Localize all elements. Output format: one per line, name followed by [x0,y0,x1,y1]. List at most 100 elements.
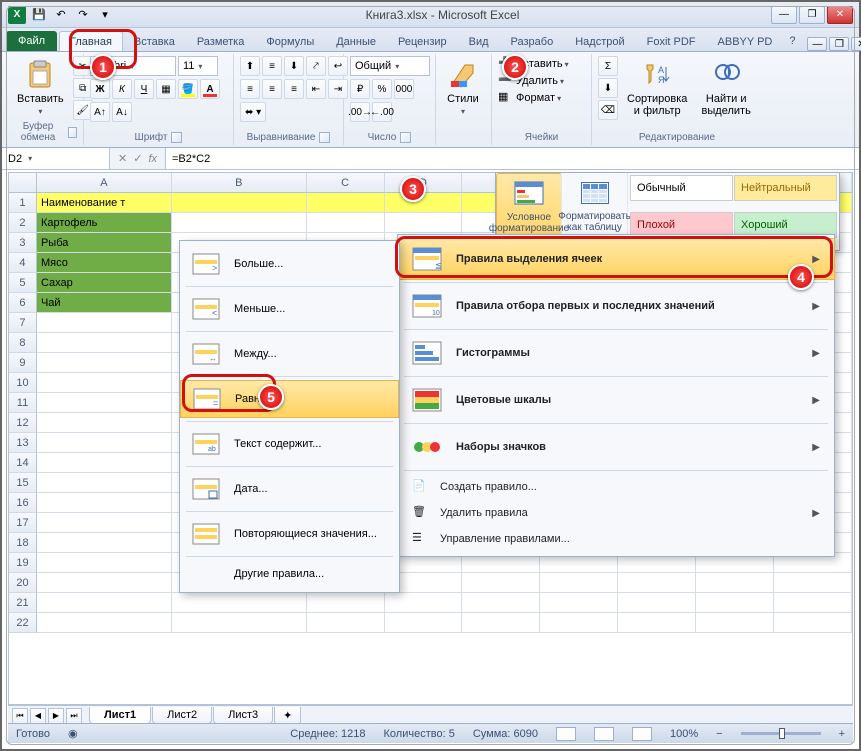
font-size-combo[interactable]: 11▾ [178,56,218,76]
cell[interactable] [307,193,385,213]
zoom-percent[interactable]: 100% [670,728,698,740]
cf-top-bottom-item[interactable]: 10 Правила отбора первых и последних зна… [398,286,834,326]
cell[interactable] [696,593,774,613]
cell[interactable] [774,593,852,613]
cancel-formula-button[interactable]: ✕ [118,152,127,165]
sheet-tab-1[interactable]: Лист1 [89,707,151,724]
cell[interactable] [37,573,172,593]
window-close-button[interactable]: ✕ [827,6,853,24]
formula-input[interactable]: =B2*C2 [165,148,859,169]
row-header[interactable]: 10 [9,373,37,393]
fill-button[interactable]: ⬇ [598,78,618,98]
cell[interactable] [385,593,463,613]
align-middle-button[interactable]: ≡ [262,56,282,76]
cell[interactable] [37,493,172,513]
select-all-button[interactable] [9,173,37,192]
row-header[interactable]: 14 [9,453,37,473]
tab-formulas[interactable]: Формулы [255,31,325,51]
cell[interactable]: Рыба [37,233,172,253]
cell[interactable] [172,193,307,213]
styles-button[interactable]: Стили ▾ [442,56,484,119]
sheet-tab-3[interactable]: Лист3 [213,707,273,724]
doc-maximize-button[interactable]: ❐ [829,37,849,51]
sheet-tab-2[interactable]: Лист2 [152,707,212,724]
sheet-nav-first[interactable]: ⏮ [12,708,28,724]
row-header[interactable]: 6 [9,293,37,313]
column-header-b[interactable]: B [172,173,307,192]
hr-between-item[interactable]: ↔ Между... [180,336,399,372]
zoom-slider-thumb[interactable] [779,728,785,739]
style-normal[interactable]: Обычный [630,175,733,201]
column-header-c[interactable]: C [307,173,385,192]
cell[interactable] [774,613,852,633]
cell[interactable] [37,473,172,493]
cell[interactable]: Чай [37,293,172,313]
cell[interactable] [540,573,618,593]
clipboard-launcher[interactable] [68,127,77,138]
style-neutral[interactable]: Нейтральный [734,175,837,201]
row-header[interactable]: 8 [9,333,37,353]
view-layout-button[interactable] [594,727,614,741]
bold-button[interactable]: Ж [90,79,110,99]
row-header[interactable]: 5 [9,273,37,293]
merge-button[interactable]: ⬌ ▾ [240,102,266,122]
tab-foxit[interactable]: Foxit PDF [636,31,707,51]
decrease-indent-button[interactable]: ⇤ [306,79,326,99]
italic-button[interactable]: К [112,79,132,99]
hr-other-rules-item[interactable]: Другие правила... [180,561,399,587]
row-header[interactable]: 15 [9,473,37,493]
align-top-button[interactable]: ⬆ [240,56,260,76]
cell[interactable] [307,213,385,233]
name-box[interactable]: D2 ▾ [2,148,110,169]
cell[interactable] [37,593,172,613]
row-header[interactable]: 20 [9,573,37,593]
cell[interactable] [696,613,774,633]
zoom-out-button[interactable]: − [716,728,722,740]
new-sheet-button[interactable]: ✦ [274,707,301,725]
tab-layout[interactable]: Разметка [186,31,256,51]
hr-text-item[interactable]: ab Текст содержит... [180,426,399,462]
file-tab[interactable]: Файл [6,31,57,51]
zoom-slider[interactable] [741,732,821,735]
cell[interactable] [37,353,172,373]
cf-clear-rules-item[interactable]: 🗑 Удалить правила ▶ [398,500,834,526]
cell[interactable] [462,593,540,613]
row-header[interactable]: 2 [9,213,37,233]
paste-button[interactable]: Вставить ▾ [12,56,69,119]
row-header[interactable]: 21 [9,593,37,613]
fx-button[interactable]: fx [148,153,157,165]
accept-formula-button[interactable]: ✓ [133,152,142,165]
alignment-launcher[interactable] [319,132,330,143]
cell[interactable] [307,613,385,633]
cell[interactable] [37,373,172,393]
format-cells-button[interactable]: ▦Формат▾ [498,90,561,106]
cell[interactable] [37,313,172,333]
window-maximize-button[interactable]: ❐ [799,6,825,24]
find-select-button[interactable]: Найти и выделить [696,56,756,120]
shrink-font-button[interactable]: A↓ [112,102,132,122]
cell[interactable] [462,613,540,633]
align-bottom-button[interactable]: ⬇ [284,56,304,76]
row-header[interactable]: 1 [9,193,37,213]
cf-new-rule-item[interactable]: 📄 Создать правило... [398,474,834,500]
window-minimize-button[interactable]: — [771,6,797,24]
clear-button[interactable]: ⌫ [598,100,618,120]
hr-equal-item[interactable]: = Равно... [180,380,399,418]
cell[interactable]: Сахар [37,273,172,293]
row-header[interactable]: 12 [9,413,37,433]
qat-redo-button[interactable]: ↷ [74,6,92,24]
qat-save-button[interactable]: 💾 [30,6,48,24]
cell[interactable] [37,333,172,353]
cf-manage-rules-item[interactable]: ☰ Управление правилами... [398,526,834,552]
cell[interactable] [385,213,463,233]
column-header-a[interactable]: A [37,173,172,192]
cf-iconsets-item[interactable]: Наборы значков ▶ [398,427,834,467]
cell[interactable]: Наименование т [37,193,172,213]
number-format-combo[interactable]: Общий▾ [350,56,430,76]
sheet-nav-last[interactable]: ⏭ [66,708,82,724]
cell[interactable] [37,433,172,453]
cell[interactable] [37,413,172,433]
hr-duplicate-item[interactable]: Повторяющиеся значения... [180,516,399,552]
cell[interactable] [696,573,774,593]
doc-minimize-button[interactable]: — [807,37,827,51]
